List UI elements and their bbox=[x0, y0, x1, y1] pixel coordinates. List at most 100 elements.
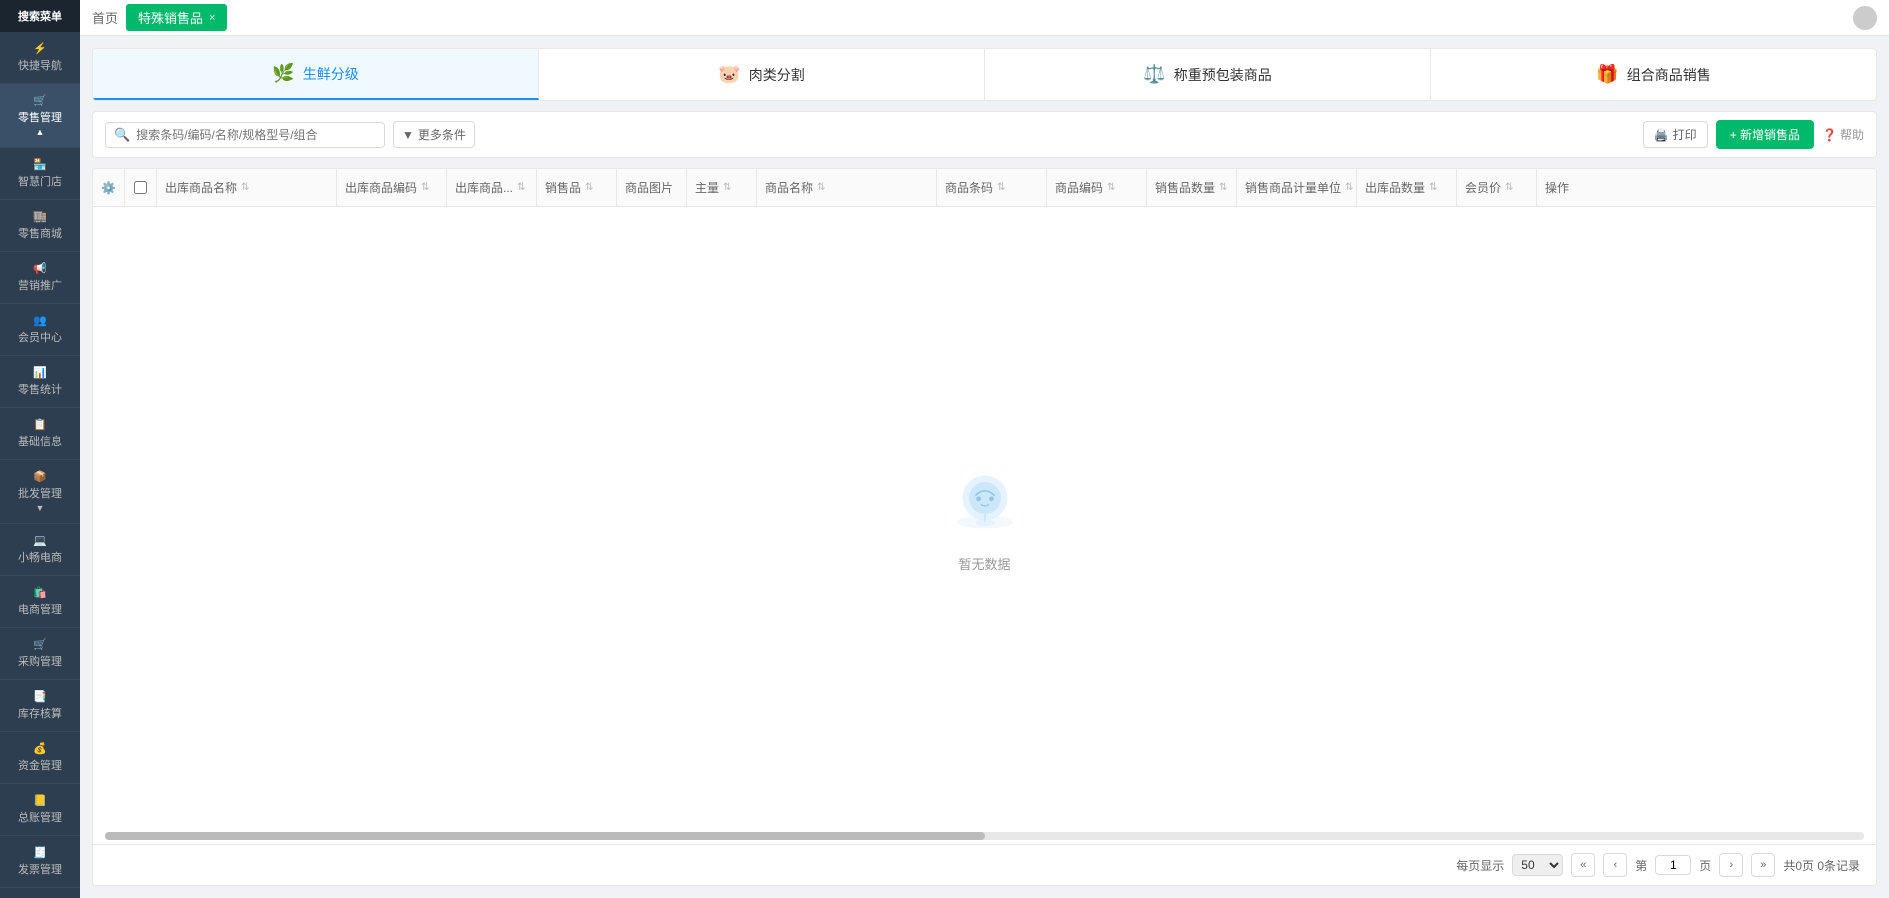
search-input[interactable] bbox=[136, 128, 376, 142]
main-area: 首页 特殊销售品 × 🌿 生鲜分级 🐷 肉类分割 ⚖️ 称重预包装商品 bbox=[80, 0, 1889, 898]
tab-meat-cut[interactable]: 🐷 肉类分割 bbox=[539, 49, 985, 100]
home-breadcrumb[interactable]: 首页 bbox=[92, 8, 118, 27]
tab-weight-package[interactable]: ⚖️ 称重预包装商品 bbox=[985, 49, 1431, 100]
tab-combo-sales-label: 组合商品销售 bbox=[1627, 65, 1711, 85]
retail-arrow-icon: ▲ bbox=[36, 127, 45, 137]
data-table: ⚙️ 出库商品名称 ⇅ 出库商品编码 ⇅ 出库商品... ⇅ bbox=[92, 168, 1877, 886]
tab-fresh-grade[interactable]: 🌿 生鲜分级 bbox=[93, 49, 539, 100]
tab-combo-sales[interactable]: 🎁 组合商品销售 bbox=[1431, 49, 1876, 100]
category-tabs: 🌿 生鲜分级 🐷 肉类分割 ⚖️ 称重预包装商品 🎁 组合商品销售 bbox=[92, 48, 1877, 101]
sidebar-item-tax[interactable]: 🏛️ 税务管理 bbox=[0, 888, 80, 898]
tab-meat-cut-label: 肉类分割 bbox=[749, 65, 805, 85]
sidebar-item-smart-store[interactable]: 🏪 智慧门店 bbox=[0, 148, 80, 200]
next-page-button[interactable]: › bbox=[1719, 853, 1743, 877]
scrollbar-thumb[interactable] bbox=[105, 832, 985, 840]
last-page-button[interactable]: » bbox=[1751, 853, 1775, 877]
fresh-grade-icon: 🌿 bbox=[272, 63, 294, 84]
members-icon: 👥 bbox=[33, 314, 47, 327]
sidebar-search[interactable]: 搜索菜单 bbox=[0, 0, 80, 32]
th-member-price: 会员价 ⇅ bbox=[1457, 169, 1537, 206]
ecommerce-icon: 💻 bbox=[33, 534, 47, 547]
page-input[interactable] bbox=[1655, 855, 1691, 875]
pagination: 每页显示 50 100 200 « ‹ 第 页 › bbox=[93, 844, 1876, 885]
per-page-select[interactable]: 50 100 200 bbox=[1512, 854, 1563, 876]
weight-package-icon: ⚖️ bbox=[1143, 64, 1165, 85]
sidebar-item-quick-nav[interactable]: ⚡ 快捷导航 bbox=[0, 32, 80, 84]
prev-page-button[interactable]: ‹ bbox=[1603, 853, 1627, 877]
sidebar-item-retail-stats[interactable]: 📊 零售统计 bbox=[0, 356, 80, 408]
search-box[interactable]: 🔍 bbox=[105, 122, 385, 148]
sidebar-item-finance[interactable]: 💰 资金管理 bbox=[0, 732, 80, 784]
th-checkbox[interactable] bbox=[125, 169, 157, 206]
sort-product-code-icon[interactable]: ⇅ bbox=[1107, 182, 1115, 193]
empty-text: 暂无数据 bbox=[958, 554, 1010, 573]
sort-product-name-icon[interactable]: ⇅ bbox=[817, 182, 825, 193]
sidebar-item-retail-mall[interactable]: 🏬 零售商城 bbox=[0, 200, 80, 252]
retail-mall-icon: 🏬 bbox=[33, 210, 47, 223]
page-label: 第 bbox=[1635, 857, 1647, 874]
th-sale-item: 销售品 ⇅ bbox=[537, 169, 617, 206]
topnav-right bbox=[1853, 6, 1877, 30]
sidebar-item-wholesale[interactable]: 📦 批发管理 ▼ bbox=[0, 460, 80, 524]
content-area: 🌿 生鲜分级 🐷 肉类分割 ⚖️ 称重预包装商品 🎁 组合商品销售 🔍 bbox=[80, 36, 1889, 898]
close-tab-icon[interactable]: × bbox=[209, 12, 215, 24]
th-product-name: 商品名称 ⇅ bbox=[757, 169, 937, 206]
sidebar-item-marketing[interactable]: 📢 营销推广 bbox=[0, 252, 80, 304]
table-body: 暂无数据 bbox=[93, 207, 1876, 828]
first-page-button[interactable]: « bbox=[1571, 853, 1595, 877]
column-settings-icon: ⚙️ bbox=[101, 181, 116, 195]
sort-barcode-icon[interactable]: ⇅ bbox=[997, 182, 1005, 193]
help-label: 帮助 bbox=[1840, 126, 1864, 143]
user-avatar[interactable] bbox=[1853, 6, 1877, 30]
th-warehouse-code: 出库商品编码 ⇅ bbox=[337, 169, 447, 206]
sidebar-item-retail[interactable]: 🛒 零售管理 ▲ bbox=[0, 84, 80, 148]
sidebar-item-inventory[interactable]: 📑 库存核算 bbox=[0, 680, 80, 732]
retail-stats-icon: 📊 bbox=[33, 366, 47, 379]
sidebar-item-invoice[interactable]: 🧾 发票管理 bbox=[0, 836, 80, 888]
marketing-icon: 📢 bbox=[33, 262, 47, 275]
table-header: ⚙️ 出库商品名称 ⇅ 出库商品编码 ⇅ 出库商品... ⇅ bbox=[93, 169, 1876, 207]
add-sales-button[interactable]: + 新增销售品 bbox=[1716, 120, 1814, 149]
sidebar-item-ecom-mgmt[interactable]: 🛍️ 电商管理 bbox=[0, 576, 80, 628]
sidebar-item-basic-info-1[interactable]: 📋 基础信息 bbox=[0, 408, 80, 460]
wholesale-arrow-icon: ▼ bbox=[36, 503, 45, 513]
sort-out-qty-icon[interactable]: ⇅ bbox=[1429, 182, 1437, 193]
th-operation: 操作 bbox=[1537, 169, 1876, 206]
sort-sale-unit-icon[interactable]: ⇅ bbox=[1345, 182, 1353, 193]
quick-nav-icon: ⚡ bbox=[33, 42, 47, 55]
filter-icon: ▼ bbox=[402, 128, 414, 142]
smart-store-icon: 🏪 bbox=[33, 158, 47, 171]
topnav: 首页 特殊销售品 × bbox=[80, 0, 1889, 36]
sort-sale-qty-icon[interactable]: ⇅ bbox=[1219, 182, 1227, 193]
select-all-checkbox[interactable] bbox=[134, 181, 147, 194]
finance-icon: 💰 bbox=[33, 742, 47, 755]
search-icon: 🔍 bbox=[114, 127, 130, 143]
th-settings[interactable]: ⚙️ bbox=[93, 169, 125, 206]
combo-sales-icon: 🎁 bbox=[1596, 64, 1618, 85]
toolbar: 🔍 ▼ 更多条件 🖨️ 打印 + 新增销售品 ❓ 帮助 bbox=[92, 111, 1877, 158]
print-button[interactable]: 🖨️ 打印 bbox=[1643, 121, 1708, 148]
filter-button[interactable]: ▼ 更多条件 bbox=[393, 121, 475, 148]
sidebar-item-ecommerce[interactable]: 💻 小畅电商 bbox=[0, 524, 80, 576]
sort-warehouse-name-icon[interactable]: ⇅ bbox=[241, 182, 249, 193]
sort-warehouse-spec-icon[interactable]: ⇅ bbox=[517, 182, 525, 193]
sidebar-item-members[interactable]: 👥 会员中心 bbox=[0, 304, 80, 356]
sort-weight-icon[interactable]: ⇅ bbox=[723, 182, 731, 193]
help-button[interactable]: ❓ 帮助 bbox=[1822, 126, 1864, 143]
sidebar-item-ledger[interactable]: 📒 总账管理 bbox=[0, 784, 80, 836]
sort-sale-icon[interactable]: ⇅ bbox=[585, 182, 593, 193]
wholesale-icon: 📦 bbox=[33, 470, 47, 483]
sidebar: 搜索菜单 ⚡ 快捷导航 🛒 零售管理 ▲ 🏪 智慧门店 🏬 零售商城 📢 营销推… bbox=[0, 0, 80, 898]
sort-warehouse-code-icon[interactable]: ⇅ bbox=[421, 182, 429, 193]
sort-member-price-icon[interactable]: ⇅ bbox=[1505, 182, 1513, 193]
special-sales-tab[interactable]: 特殊销售品 × bbox=[126, 4, 227, 31]
tab-fresh-grade-label: 生鲜分级 bbox=[303, 64, 359, 84]
filter-label: 更多条件 bbox=[418, 126, 466, 143]
horizontal-scrollbar[interactable] bbox=[105, 832, 1864, 840]
invoice-icon: 🧾 bbox=[33, 846, 47, 859]
sidebar-item-purchase[interactable]: 🛒 采购管理 bbox=[0, 628, 80, 680]
toolbar-right: 🖨️ 打印 + 新增销售品 ❓ 帮助 bbox=[1643, 120, 1864, 149]
add-label: + 新增销售品 bbox=[1730, 126, 1800, 143]
meat-cut-icon: 🐷 bbox=[718, 64, 740, 85]
purchase-icon: 🛒 bbox=[33, 638, 47, 651]
